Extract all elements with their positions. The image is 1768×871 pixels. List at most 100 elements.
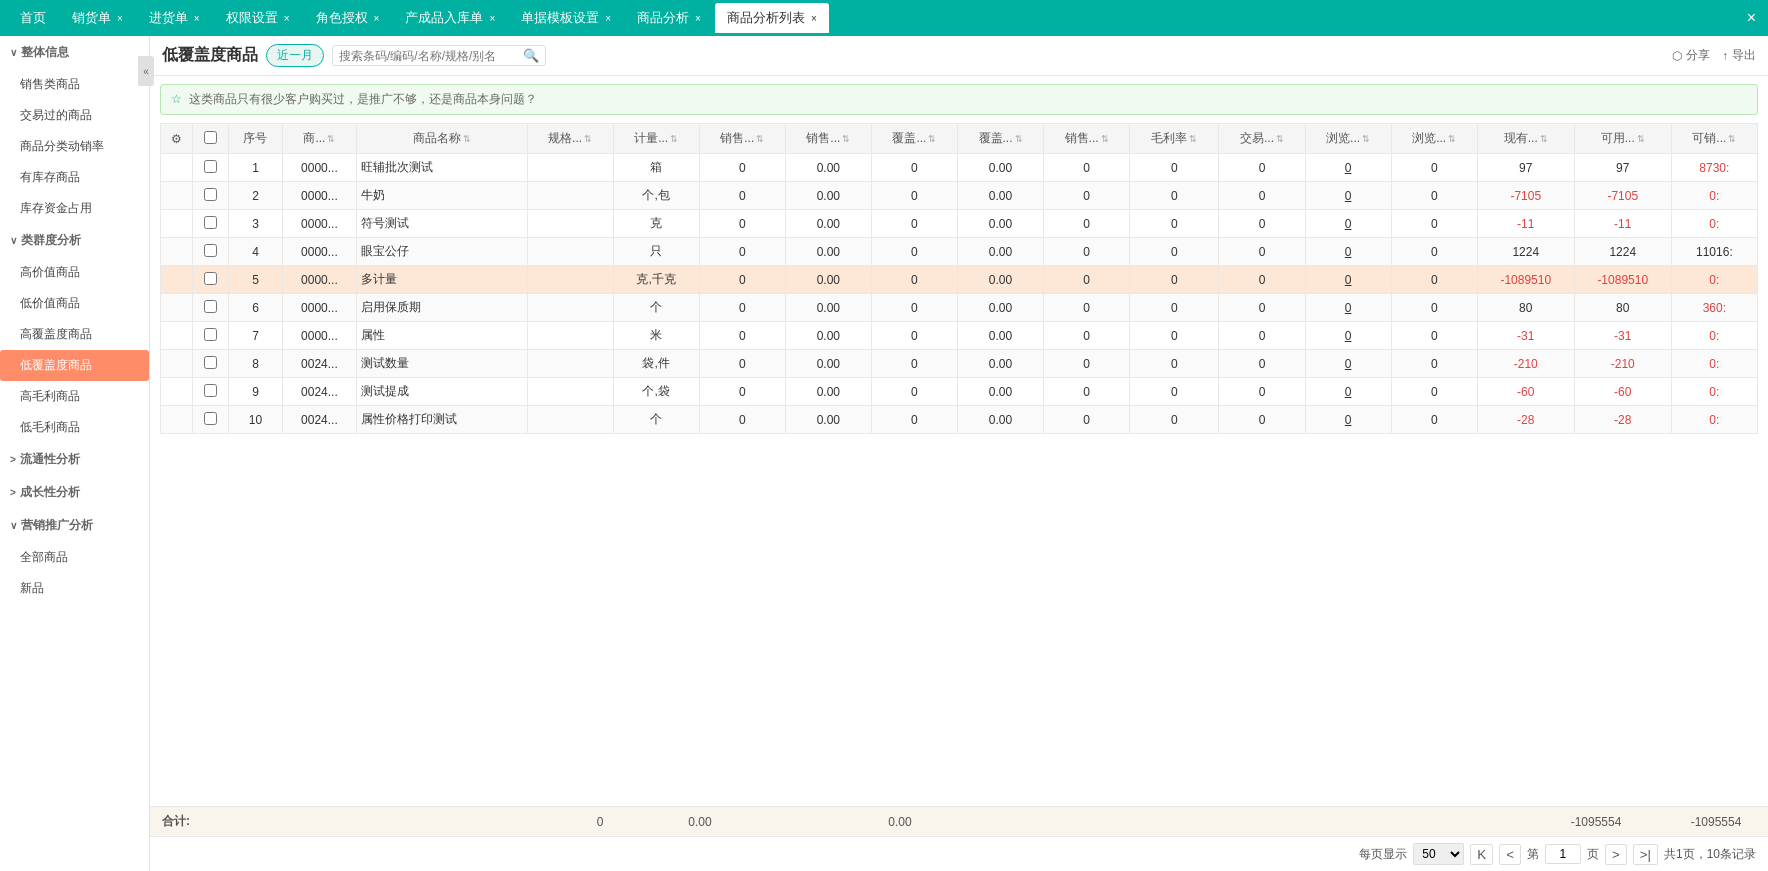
close-icon[interactable]: × <box>695 13 701 24</box>
nav-tab-sales[interactable]: 销货单 × <box>60 3 135 33</box>
prev-page-button[interactable]: < <box>1499 844 1521 865</box>
col-gross-rate[interactable]: 毛利率⇅ <box>1130 124 1219 154</box>
col-browse2[interactable]: 浏览...⇅ <box>1391 124 1477 154</box>
row-browse1[interactable]: 0 <box>1305 182 1391 210</box>
sidebar-item-high-value[interactable]: 高价值商品 <box>0 257 149 288</box>
settings-icon[interactable]: ⚙ <box>171 132 182 146</box>
col-name[interactable]: 商品名称⇅ <box>357 124 528 154</box>
share-button[interactable]: ⬡ 分享 <box>1672 47 1710 64</box>
sidebar-item-high-profit[interactable]: 高毛利商品 <box>0 381 149 412</box>
sidebar-item-stocked-goods[interactable]: 有库存商品 <box>0 162 149 193</box>
row-select-checkbox[interactable] <box>204 384 217 397</box>
nav-tab-role[interactable]: 角色授权 × <box>304 3 392 33</box>
row-browse1[interactable]: 0 <box>1305 210 1391 238</box>
close-icon[interactable]: × <box>811 13 817 24</box>
nav-tab-template[interactable]: 单据模板设置 × <box>509 3 623 33</box>
row-checkbox[interactable] <box>193 182 229 210</box>
sidebar-item-sales-goods[interactable]: 销售类商品 <box>0 69 149 100</box>
last-page-button[interactable]: >| <box>1633 844 1658 865</box>
sidebar-item-new-goods[interactable]: 新品 <box>0 573 149 604</box>
sidebar-item-stock-capital[interactable]: 库存资金占用 <box>0 193 149 224</box>
sidebar-item-low-value[interactable]: 低价值商品 <box>0 288 149 319</box>
close-icon[interactable]: × <box>605 13 611 24</box>
row-browse1[interactable]: 0 <box>1305 322 1391 350</box>
per-page-select[interactable]: 50 100 200 <box>1413 843 1464 865</box>
nav-tab-analysis-list[interactable]: 商品分析列表 × <box>715 3 829 33</box>
row-select-checkbox[interactable] <box>204 412 217 425</box>
row-select-checkbox[interactable] <box>204 188 217 201</box>
row-select-checkbox[interactable] <box>204 356 217 369</box>
sidebar-section-cluster[interactable]: ∨ 类群度分析 <box>0 224 149 257</box>
col-cover1[interactable]: 覆盖...⇅ <box>871 124 957 154</box>
nav-tab-home[interactable]: 首页 <box>8 3 58 33</box>
nav-tab-permission[interactable]: 权限设置 × <box>214 3 302 33</box>
select-all-checkbox[interactable] <box>204 131 217 144</box>
col-settings[interactable]: ⚙ <box>161 124 193 154</box>
sidebar-section-marketing[interactable]: ∨ 营销推广分析 <box>0 509 149 542</box>
sidebar-item-low-coverage[interactable]: 低覆盖度商品 <box>0 350 149 381</box>
col-cover2[interactable]: 覆盖...⇅ <box>957 124 1043 154</box>
sidebar-section-flow[interactable]: > 流通性分析 <box>0 443 149 476</box>
col-available[interactable]: 可用...⇅ <box>1574 124 1671 154</box>
sidebar-item-traded-goods[interactable]: 交易过的商品 <box>0 100 149 131</box>
window-close-button[interactable]: × <box>1743 5 1760 31</box>
first-page-button[interactable]: K <box>1470 844 1493 865</box>
row-browse1[interactable]: 0 <box>1305 154 1391 182</box>
row-browse1[interactable]: 0 <box>1305 378 1391 406</box>
col-sales-amt[interactable]: 销售...⇅ <box>785 124 871 154</box>
sidebar-item-category-rate[interactable]: 商品分类动销率 <box>0 131 149 162</box>
row-checkbox[interactable] <box>193 322 229 350</box>
row-browse1[interactable]: 0 <box>1305 238 1391 266</box>
nav-tab-analysis[interactable]: 商品分析 × <box>625 3 713 33</box>
row-checkbox[interactable] <box>193 238 229 266</box>
row-checkbox[interactable] <box>193 378 229 406</box>
row-checkbox[interactable] <box>193 406 229 434</box>
close-icon[interactable]: × <box>374 13 380 24</box>
row-browse1[interactable]: 0 <box>1305 294 1391 322</box>
col-unit[interactable]: 计量...⇅ <box>613 124 699 154</box>
row-select-checkbox[interactable] <box>204 216 217 229</box>
col-spec[interactable]: 规格...⇅ <box>527 124 613 154</box>
col-trade[interactable]: 交易...⇅ <box>1219 124 1305 154</box>
close-icon[interactable]: × <box>489 13 495 24</box>
row-browse1[interactable]: 0 <box>1305 350 1391 378</box>
col-saleable[interactable]: 可销...⇅ <box>1671 124 1757 154</box>
row-select-checkbox[interactable] <box>204 160 217 173</box>
sidebar-item-all-goods[interactable]: 全部商品 <box>0 542 149 573</box>
close-icon[interactable]: × <box>284 13 290 24</box>
next-page-button[interactable]: > <box>1605 844 1627 865</box>
col-browse1[interactable]: 浏览...⇅ <box>1305 124 1391 154</box>
nav-tab-product-in[interactable]: 产成品入库单 × <box>393 3 507 33</box>
search-icon[interactable]: 🔍 <box>523 48 539 63</box>
row-select-checkbox[interactable] <box>204 300 217 313</box>
nav-tab-purchase[interactable]: 进货单 × <box>137 3 212 33</box>
col-sales2[interactable]: 销售...⇅ <box>1044 124 1130 154</box>
col-checkbox[interactable] <box>193 124 229 154</box>
sidebar-section-overall[interactable]: ∨ 整体信息 <box>0 36 149 69</box>
row-checkbox[interactable] <box>193 266 229 294</box>
row-select-checkbox[interactable] <box>204 328 217 341</box>
row-checkbox[interactable] <box>193 210 229 238</box>
row-unit: 米 <box>613 322 699 350</box>
date-filter-button[interactable]: 近一月 <box>266 44 324 67</box>
close-icon[interactable]: × <box>117 13 123 24</box>
row-select-checkbox[interactable] <box>204 272 217 285</box>
sidebar-item-high-coverage[interactable]: 高覆盖度商品 <box>0 319 149 350</box>
sidebar-section-growth[interactable]: > 成长性分析 <box>0 476 149 509</box>
col-code[interactable]: 商...⇅ <box>282 124 356 154</box>
row-select-checkbox[interactable] <box>204 244 217 257</box>
sidebar-item-low-profit[interactable]: 低毛利商品 <box>0 412 149 443</box>
row-saleable: 0: <box>1671 210 1757 238</box>
sidebar-collapse-button[interactable]: « <box>138 56 154 86</box>
col-sales-qty[interactable]: 销售...⇅ <box>699 124 785 154</box>
row-checkbox[interactable] <box>193 294 229 322</box>
row-checkbox[interactable] <box>193 154 229 182</box>
row-browse1[interactable]: 0 <box>1305 406 1391 434</box>
export-button[interactable]: ↑ 导出 <box>1722 47 1756 64</box>
row-browse1[interactable]: 0 <box>1305 266 1391 294</box>
col-current-stock[interactable]: 现有...⇅ <box>1477 124 1574 154</box>
close-icon[interactable]: × <box>194 13 200 24</box>
row-checkbox[interactable] <box>193 350 229 378</box>
search-input[interactable] <box>339 49 519 63</box>
page-number-input[interactable] <box>1545 844 1581 864</box>
